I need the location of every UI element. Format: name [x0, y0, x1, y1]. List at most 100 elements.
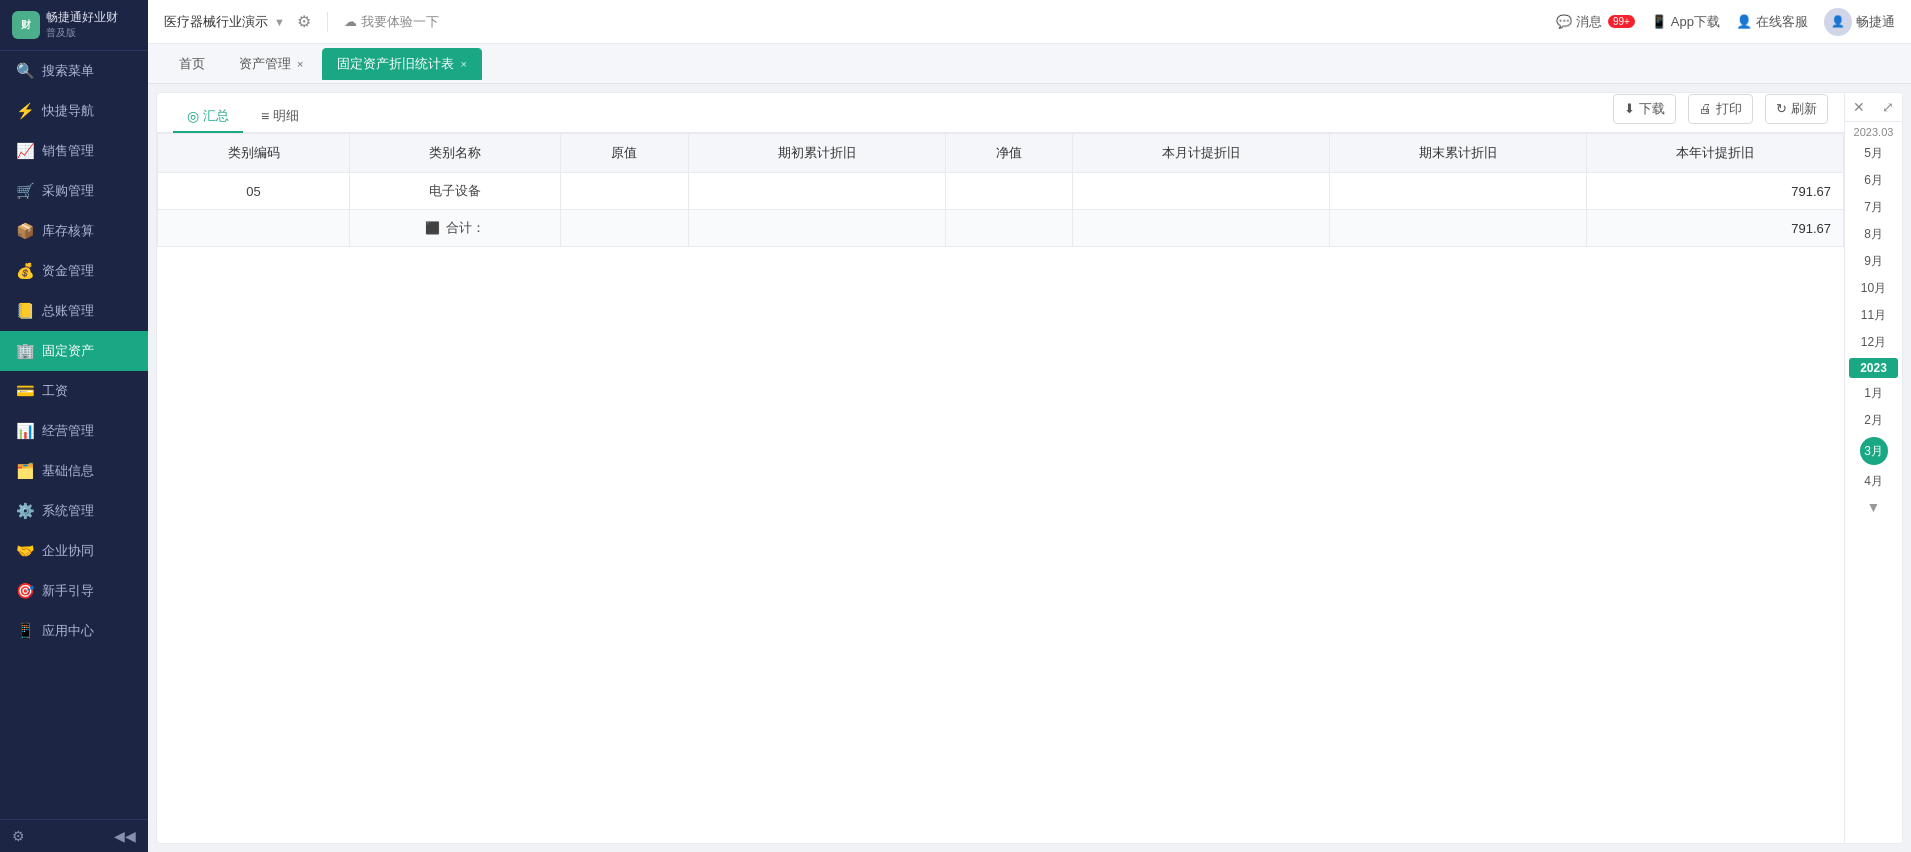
- sidebar-item-finance[interactable]: 💰 资金管理: [0, 251, 148, 291]
- table-row: 05 电子设备 791.67: [158, 173, 1844, 210]
- purchase-nav-icon: 🛒: [16, 182, 34, 200]
- sidebar-item-inventory[interactable]: 📦 库存核算: [0, 211, 148, 251]
- experience-btn[interactable]: ☁ 我要体验一下: [344, 13, 439, 31]
- sidebar-item-operations[interactable]: 📊 经营管理: [0, 411, 148, 451]
- summary-icon: ◎: [187, 108, 199, 124]
- date-month-7[interactable]: 7月: [1845, 194, 1902, 221]
- sidebar-item-purchase[interactable]: 🛒 采购管理: [0, 171, 148, 211]
- sidebar-item-fixed-assets[interactable]: 🏢 固定资产: [0, 331, 148, 371]
- row-year-dep: 791.67: [1586, 173, 1843, 210]
- col-header-end-accum: 期末累计折旧: [1329, 134, 1586, 173]
- date-month-5[interactable]: 5月: [1845, 140, 1902, 167]
- online-service-btn[interactable]: 👤 在线客服: [1736, 13, 1808, 31]
- depreciation-table-container: 类别编码 类别名称 原值 期初累计折旧 净值 本月计提折旧 期末累计折旧 本年计…: [157, 133, 1844, 843]
- sidebar-item-salary[interactable]: 💳 工资: [0, 371, 148, 411]
- date-nav: ▼: [1845, 495, 1902, 519]
- message-icon: 💬: [1556, 14, 1572, 29]
- sidebar-item-label-app-center: 应用中心: [42, 622, 94, 640]
- date-month-9[interactable]: 9月: [1845, 248, 1902, 275]
- row-name: 电子设备: [350, 173, 561, 210]
- messages-label: 消息: [1576, 13, 1602, 31]
- experience-label: 我要体验一下: [361, 13, 439, 31]
- download-icon: 📱: [1651, 14, 1667, 29]
- sidebar-item-search[interactable]: 🔍 搜索菜单: [0, 51, 148, 91]
- app-download-label: App下载: [1671, 13, 1720, 31]
- toolbar-actions: ⬇ 下载 🖨 打印 ↻ 刷新: [1613, 94, 1828, 132]
- date-month-10[interactable]: 10月: [1845, 275, 1902, 302]
- date-month-6[interactable]: 6月: [1845, 167, 1902, 194]
- tab-depreciation-close-icon[interactable]: ×: [460, 58, 466, 70]
- sub-tab-bar: ◎ 汇总 ≡ 明细: [173, 93, 1613, 132]
- sidebar-item-label-inventory: 库存核算: [42, 222, 94, 240]
- print-btn[interactable]: 🖨 打印: [1688, 94, 1753, 124]
- date-month-1[interactable]: 1月: [1845, 380, 1902, 407]
- depreciation-table: 类别编码 类别名称 原值 期初累计折旧 净值 本月计提折旧 期末累计折旧 本年计…: [157, 133, 1844, 247]
- sidebar-item-label-finance: 资金管理: [42, 262, 94, 280]
- sidebar-item-label-basic-info: 基础信息: [42, 462, 94, 480]
- sidebar: 财 畅捷通好业财 普及版 🔍 搜索菜单 ⚡ 快捷导航 📈 销售管理 🛒 采购管理…: [0, 0, 148, 852]
- tab-asset-label: 资产管理: [239, 55, 291, 73]
- download-btn[interactable]: ⬇ 下载: [1613, 94, 1676, 124]
- sidebar-item-ledger[interactable]: 📒 总账管理: [0, 291, 148, 331]
- user-avatar: 👤: [1824, 8, 1852, 36]
- sidebar-item-app-center[interactable]: 📱 应用中心: [0, 611, 148, 651]
- messages-btn[interactable]: 💬 消息 99+: [1556, 13, 1635, 31]
- topbar-settings-icon[interactable]: ⚙: [297, 12, 311, 31]
- date-nav-down-btn[interactable]: ▼: [1867, 499, 1881, 515]
- app-download-btn[interactable]: 📱 App下载: [1651, 13, 1720, 31]
- sidebar-item-label-enterprise: 企业协同: [42, 542, 94, 560]
- col-header-name: 类别名称: [350, 134, 561, 173]
- row-net-value: [945, 173, 1072, 210]
- company-name: 医疗器械行业演示: [164, 13, 268, 31]
- date-month-12[interactable]: 12月: [1845, 329, 1902, 356]
- basic-info-nav-icon: 🗂️: [16, 462, 34, 480]
- sub-tab-summary[interactable]: ◎ 汇总: [173, 101, 243, 133]
- total-month-dep: [1072, 210, 1329, 247]
- settings-footer-icon[interactable]: ⚙: [12, 828, 25, 844]
- main-area: 医疗器械行业演示 ▼ ⚙ ☁ 我要体验一下 💬 消息 99+ 📱 App下载 👤…: [148, 0, 1911, 852]
- sidebar-item-label-sales: 销售管理: [42, 142, 94, 160]
- sales-nav-icon: 📈: [16, 142, 34, 160]
- topbar: 医疗器械行业演示 ▼ ⚙ ☁ 我要体验一下 💬 消息 99+ 📱 App下载 👤…: [148, 0, 1911, 44]
- sidebar-item-basic-info[interactable]: 🗂️ 基础信息: [0, 451, 148, 491]
- current-year-label[interactable]: 2023: [1849, 358, 1898, 378]
- tab-asset-close-icon[interactable]: ×: [297, 58, 303, 70]
- service-icon: 👤: [1736, 14, 1752, 29]
- tab-asset-management[interactable]: 资产管理 ×: [224, 48, 318, 80]
- row-initial-accum: [688, 173, 945, 210]
- sidebar-toggle-btn[interactable]: ◀◀: [114, 828, 136, 844]
- user-info[interactable]: 👤 畅捷通: [1824, 8, 1895, 36]
- topbar-right-actions: 💬 消息 99+ 📱 App下载 👤 在线客服 👤 畅捷通: [1556, 8, 1895, 36]
- sidebar-item-enterprise[interactable]: 🤝 企业协同: [0, 531, 148, 571]
- row-end-accum: [1329, 173, 1586, 210]
- date-month-3-active[interactable]: 3月: [1860, 437, 1888, 465]
- date-sidebar-expand-btn[interactable]: ⤢: [1882, 99, 1894, 115]
- date-month-8[interactable]: 8月: [1845, 221, 1902, 248]
- sidebar-item-label-fixed-assets: 固定资产: [42, 342, 94, 360]
- total-initial-accum: [688, 210, 945, 247]
- sidebar-item-system[interactable]: ⚙️ 系统管理: [0, 491, 148, 531]
- sub-tab-detail[interactable]: ≡ 明细: [247, 101, 313, 133]
- row-month-dep: [1072, 173, 1329, 210]
- sidebar-item-guide[interactable]: 🎯 新手引导: [0, 571, 148, 611]
- tab-home[interactable]: 首页: [164, 48, 220, 80]
- sidebar-item-sales[interactable]: 📈 销售管理: [0, 131, 148, 171]
- sidebar-item-label-system: 系统管理: [42, 502, 94, 520]
- company-selector[interactable]: 医疗器械行业演示 ▼: [164, 13, 285, 31]
- app-name: 畅捷通好业财: [46, 10, 118, 26]
- sidebar-item-label-quick-nav: 快捷导航: [42, 102, 94, 120]
- date-sidebar-close-btn[interactable]: ✕: [1853, 99, 1865, 115]
- sidebar-item-label-purchase: 采购管理: [42, 182, 94, 200]
- date-month-11[interactable]: 11月: [1845, 302, 1902, 329]
- date-sidebar-header: ✕ ⤢: [1845, 93, 1902, 122]
- date-sidebar: ✕ ⤢ 2023.03 5月 6月 7月 8月 9月 10月 11月 12月 2…: [1844, 93, 1902, 843]
- refresh-btn[interactable]: ↻ 刷新: [1765, 94, 1828, 124]
- date-month-2[interactable]: 2月: [1845, 407, 1902, 434]
- total-original: [561, 210, 688, 247]
- tab-depreciation-table[interactable]: 固定资产折旧统计表 ×: [322, 48, 481, 80]
- sidebar-nav: 🔍 搜索菜单 ⚡ 快捷导航 📈 销售管理 🛒 采购管理 📦 库存核算 💰 资金管…: [0, 51, 148, 819]
- sidebar-item-quick-nav[interactable]: ⚡ 快捷导航: [0, 91, 148, 131]
- inventory-nav-icon: 📦: [16, 222, 34, 240]
- fixed-assets-nav-icon: 🏢: [16, 342, 34, 360]
- date-month-4[interactable]: 4月: [1845, 468, 1902, 495]
